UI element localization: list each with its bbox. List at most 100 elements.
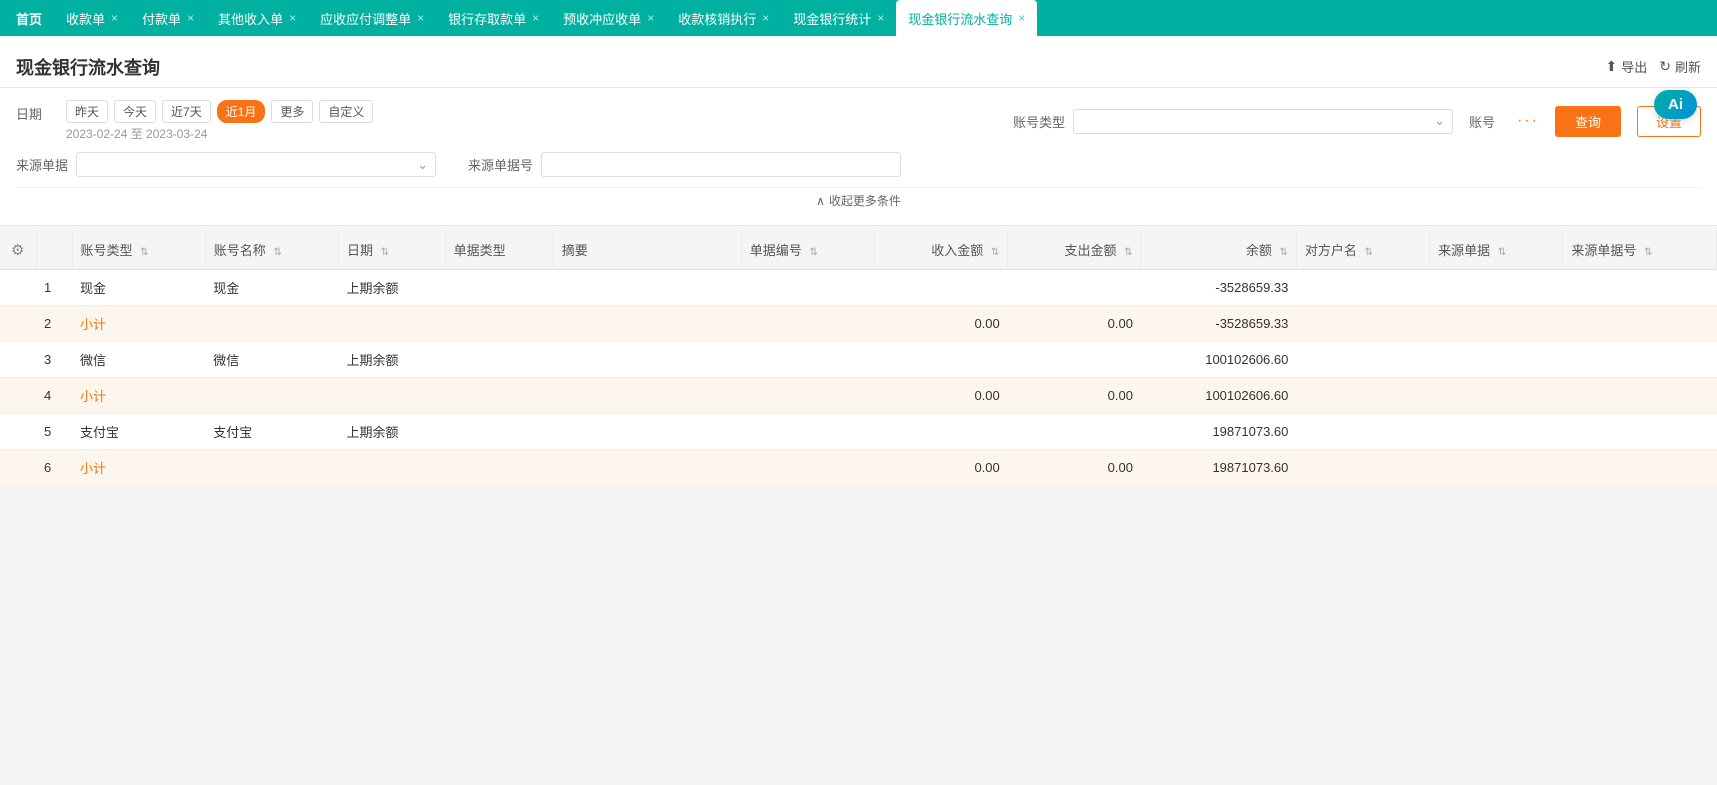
- filter-row-1: 日期 昨天 今天 近7天 近1月 更多 自定义 2023-02-24 至 202…: [16, 100, 1701, 142]
- td-expense: [1008, 414, 1141, 450]
- close-icon[interactable]: ×: [877, 11, 884, 25]
- td-doc-type: [445, 270, 553, 306]
- nav-bank-deposit[interactable]: 银行存取款单 ×: [436, 0, 551, 36]
- td-date: [338, 450, 445, 486]
- date-btn-custom[interactable]: 自定义: [319, 100, 373, 123]
- td-balance: -3528659.33: [1141, 270, 1296, 306]
- table-row: 2小计0.000.00-3528659.33: [0, 306, 1717, 342]
- th-account-type[interactable]: 账号类型 ⇅: [72, 230, 205, 270]
- close-icon[interactable]: ×: [647, 11, 654, 25]
- date-btn-yesterday[interactable]: 昨天: [66, 100, 108, 123]
- td-income: [875, 270, 1008, 306]
- td-source-doc-no: [1563, 270, 1717, 306]
- td-account-name: 现金: [205, 270, 338, 306]
- th-doc-no[interactable]: 单据编号 ⇅: [741, 230, 874, 270]
- td-source-doc: [1430, 342, 1563, 378]
- td-account-type: 小计: [72, 450, 205, 486]
- date-filter-group: 昨天 今天 近7天 近1月 更多 自定义 2023-02-24 至 2023-0…: [66, 100, 373, 142]
- page-title: 现金银行流水查询: [16, 54, 160, 80]
- data-table: ⚙ 账号类型 ⇅ 账号名称 ⇅ 日期 ⇅ 单据类型 摘要 单据编号 ⇅ 收入金额…: [0, 230, 1717, 486]
- filter-area: 日期 昨天 今天 近7天 近1月 更多 自定义 2023-02-24 至 202…: [0, 88, 1717, 226]
- date-btn-1month[interactable]: 近1月: [217, 100, 266, 123]
- td-expense: 0.00: [1008, 378, 1141, 414]
- th-gear[interactable]: ⚙: [0, 230, 36, 270]
- export-button[interactable]: ⬆ 导出: [1606, 57, 1648, 76]
- close-icon[interactable]: ×: [187, 11, 194, 25]
- close-icon[interactable]: ×: [417, 11, 424, 25]
- td-expense: 0.00: [1008, 450, 1141, 486]
- nav-other-income[interactable]: 其他收入单 ×: [206, 0, 308, 36]
- td-source-doc: [1430, 270, 1563, 306]
- th-date[interactable]: 日期 ⇅: [338, 230, 445, 270]
- query-button[interactable]: 查询: [1555, 106, 1621, 137]
- td-source-doc: [1430, 306, 1563, 342]
- th-source-doc[interactable]: 来源单据 ⇅: [1430, 230, 1563, 270]
- close-icon[interactable]: ×: [111, 11, 118, 25]
- close-icon[interactable]: ×: [532, 11, 539, 25]
- nav-home[interactable]: 首页: [4, 0, 54, 36]
- collapse-arrow-icon: ∧: [816, 194, 825, 208]
- date-btn-more[interactable]: 更多: [271, 100, 313, 123]
- nav-verify[interactable]: 收款核销执行 ×: [666, 0, 781, 36]
- td-expense: [1008, 270, 1141, 306]
- th-doc-type: 单据类型: [445, 230, 553, 270]
- td-income: [875, 342, 1008, 378]
- td-account-name: 支付宝: [205, 414, 338, 450]
- date-btn-7days[interactable]: 近7天: [162, 100, 211, 123]
- th-income[interactable]: 收入金额 ⇅: [875, 230, 1008, 270]
- ai-badge[interactable]: Ai: [1654, 90, 1697, 119]
- nav-cash-flow[interactable]: 现金银行流水查询 ×: [896, 0, 1037, 36]
- td-income: 0.00: [875, 378, 1008, 414]
- td-gear: [0, 378, 36, 414]
- td-counterpart: [1296, 450, 1429, 486]
- th-expense[interactable]: 支出金额 ⇅: [1008, 230, 1141, 270]
- th-index: [36, 230, 72, 270]
- td-counterpart: [1296, 342, 1429, 378]
- td-counterpart: [1296, 378, 1429, 414]
- td-income: 0.00: [875, 450, 1008, 486]
- source-doc-label: 来源单据: [16, 155, 68, 174]
- th-counterpart[interactable]: 对方户名 ⇅: [1296, 230, 1429, 270]
- td-source-doc: [1430, 450, 1563, 486]
- th-balance[interactable]: 余额 ⇅: [1141, 230, 1296, 270]
- th-source-doc-no[interactable]: 来源单据号 ⇅: [1563, 230, 1717, 270]
- td-gear: [0, 270, 36, 306]
- refresh-button[interactable]: ↻ 刷新: [1659, 57, 1701, 76]
- nav-cash-stat[interactable]: 现金银行统计 ×: [781, 0, 896, 36]
- td-index: 3: [36, 342, 72, 378]
- account-ellipsis-button[interactable]: ···: [1517, 112, 1539, 130]
- collapse-button[interactable]: ∧ 收起更多条件: [16, 187, 1701, 213]
- td-account-name: [205, 378, 338, 414]
- nav-payment[interactable]: 付款单 ×: [130, 0, 206, 36]
- account-label: 账号: [1469, 112, 1509, 131]
- td-doc-no: [741, 306, 874, 342]
- nav-advance[interactable]: 预收冲应收单 ×: [551, 0, 666, 36]
- td-index: 5: [36, 414, 72, 450]
- td-account-type: 小计: [72, 378, 205, 414]
- nav-adjust[interactable]: 应收应付调整单 ×: [308, 0, 436, 36]
- td-counterpart: [1296, 306, 1429, 342]
- account-type-select[interactable]: [1073, 109, 1453, 134]
- source-doc-select[interactable]: [76, 152, 436, 177]
- table-row: 4小计0.000.00100102606.60: [0, 378, 1717, 414]
- table-body: 1现金现金上期余额-3528659.332小计0.000.00-3528659.…: [0, 270, 1717, 486]
- td-doc-no: [741, 342, 874, 378]
- nav-receipt[interactable]: 收款单 ×: [54, 0, 130, 36]
- close-icon[interactable]: ×: [762, 11, 769, 25]
- th-account-name[interactable]: 账号名称 ⇅: [205, 230, 338, 270]
- refresh-icon: ↻: [1659, 58, 1671, 75]
- td-account-name: 微信: [205, 342, 338, 378]
- source-doc-no-input[interactable]: [541, 152, 901, 177]
- td-balance: -3528659.33: [1141, 306, 1296, 342]
- sort-icon: ⇅: [1279, 247, 1287, 258]
- account-type-label: 账号类型: [1013, 112, 1065, 131]
- page-header: 现金银行流水查询 ⬆ 导出 ↻ 刷新: [0, 36, 1717, 88]
- table-row: 1现金现金上期余额-3528659.33: [0, 270, 1717, 306]
- sort-icon: ⇅: [1644, 247, 1652, 258]
- td-index: 4: [36, 378, 72, 414]
- close-icon[interactable]: ×: [289, 11, 296, 25]
- td-summary: [553, 450, 741, 486]
- date-btn-today[interactable]: 今天: [114, 100, 156, 123]
- header-actions: ⬆ 导出 ↻ 刷新: [1606, 57, 1702, 76]
- close-icon[interactable]: ×: [1018, 11, 1025, 25]
